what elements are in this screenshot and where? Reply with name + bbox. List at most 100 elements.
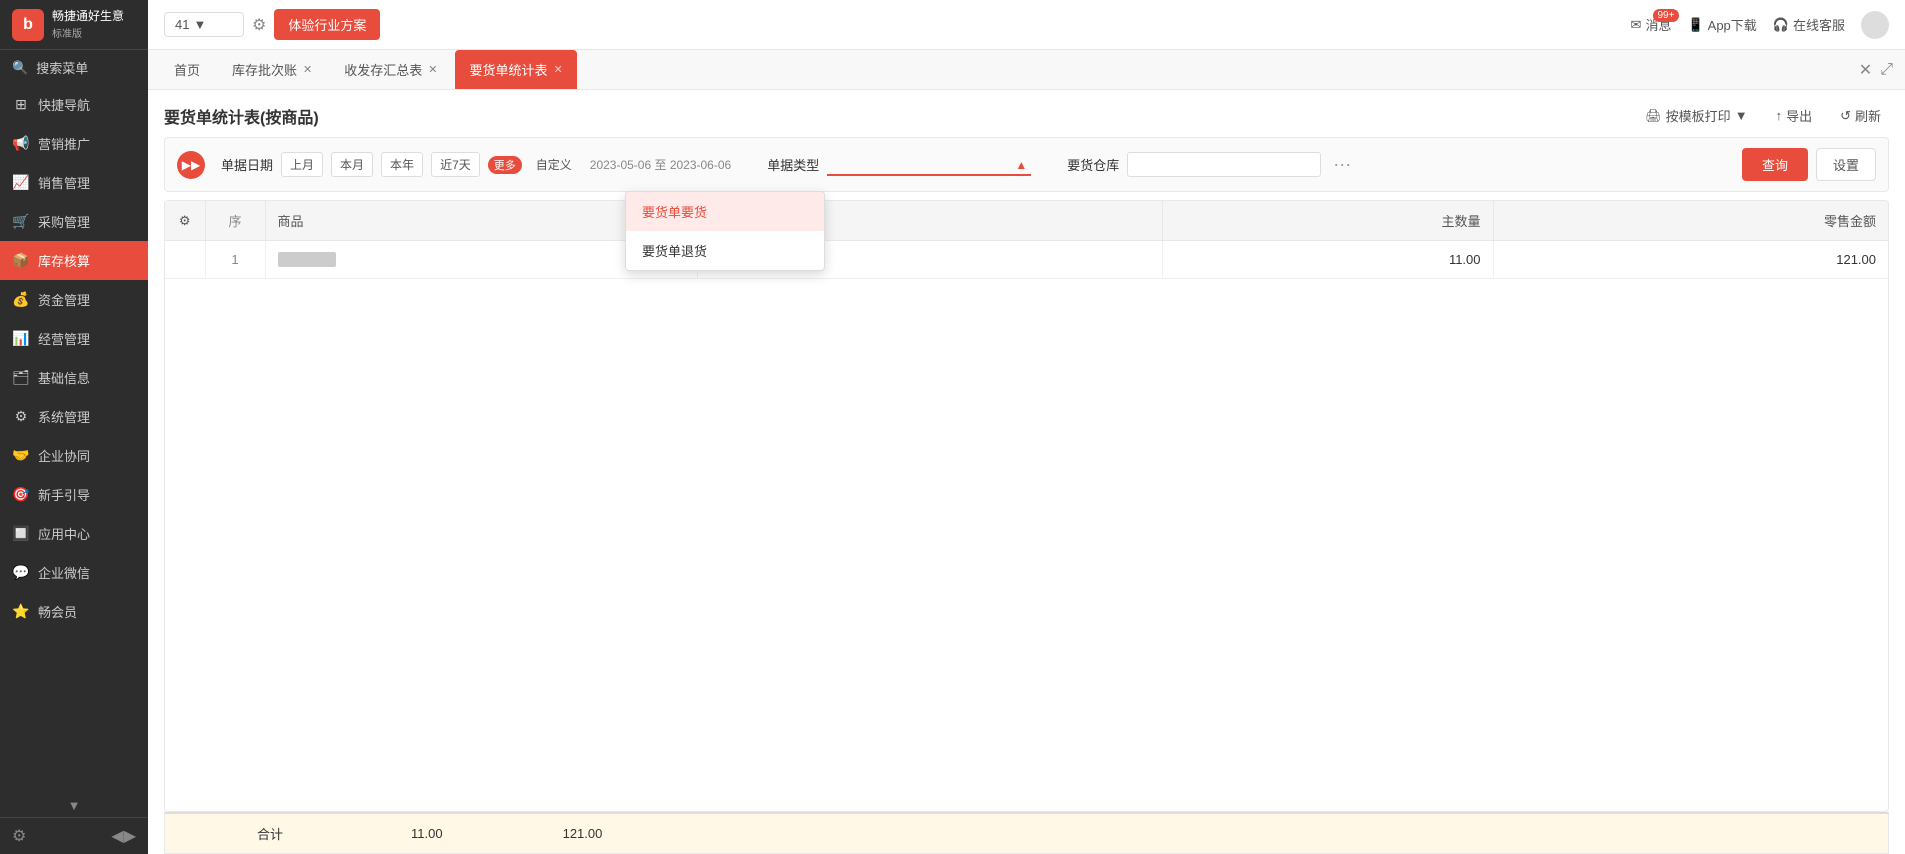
quick-nav-icon: ⊞ xyxy=(12,96,30,113)
sidebar-item-inventory[interactable]: 📦 库存核算 xyxy=(0,241,148,280)
trial-button[interactable]: 体验行业方案 xyxy=(274,9,380,40)
summary-row: 合计 11.00 121.00 xyxy=(164,812,1889,854)
sidebar-item-sales[interactable]: 📈 销售管理 xyxy=(0,163,148,202)
messages-item[interactable]: ✉ 消息 99+ xyxy=(1631,15,1672,34)
type-input-arrow-icon[interactable]: ▲ xyxy=(1015,158,1027,172)
th-qty: 主数量 xyxy=(1163,201,1493,241)
tab-inventory-batch[interactable]: 库存批次账 ✕ xyxy=(218,50,326,89)
finance-icon: 💰 xyxy=(12,291,30,308)
sidebar-item-wechat[interactable]: 💬 企业微信 xyxy=(0,553,148,592)
tab-close-icon[interactable]: ✕ xyxy=(554,63,563,76)
sidebar-search-label: 搜索菜单 xyxy=(36,58,88,77)
sidebar: b 畅捷通好生意 标准版 🔍 搜索菜单 ⊞ 快捷导航📢 营销推广📈 销售管理🛒 … xyxy=(0,0,148,854)
app-download-label: App下载 xyxy=(1708,15,1757,34)
sidebar-scroll-down[interactable]: ▼ xyxy=(0,794,148,817)
sidebar-search[interactable]: 🔍 搜索菜单 xyxy=(0,50,148,85)
warehouse-input[interactable] xyxy=(1127,152,1321,177)
online-service-label: 在线客服 xyxy=(1793,15,1845,34)
date-range-text: 2023-05-06 至 2023-06-06 xyxy=(590,156,731,173)
sidebar-item-cooperation[interactable]: 🤝 企业协同 xyxy=(0,436,148,475)
type-input[interactable] xyxy=(827,153,1031,176)
print-btn[interactable]: 🖨 按模板打印 ▼ xyxy=(1637,102,1755,129)
sidebar-item-label: 系统管理 xyxy=(38,407,90,426)
guide-icon: 🎯 xyxy=(12,486,30,503)
sidebar-item-label: 采购管理 xyxy=(38,212,90,231)
dropdown-item-demand-order[interactable]: 要货单要货 xyxy=(626,192,824,231)
settings-icon[interactable]: ⚙ xyxy=(12,826,26,846)
app-download-item[interactable]: 📱 App下载 xyxy=(1687,15,1756,34)
filter-actions: 查询 设置 xyxy=(1742,148,1876,181)
close-tab-icon[interactable]: ✕ xyxy=(1859,60,1872,80)
print-icon: 🖨 xyxy=(1645,108,1662,124)
sidebar-item-label: 营销推广 xyxy=(38,134,90,153)
topbar-left: 41 ▼ ⚙ 体验行业方案 xyxy=(164,9,1619,40)
print-dropdown-icon: ▼ xyxy=(1735,108,1748,123)
sidebar-item-guide[interactable]: 🎯 新手引导 xyxy=(0,475,148,514)
export-btn[interactable]: ↑ 导出 xyxy=(1768,102,1821,129)
sales-icon: 📈 xyxy=(12,174,30,191)
tab-home[interactable]: 首页 xyxy=(160,50,214,89)
query-button[interactable]: 查询 xyxy=(1742,148,1808,181)
tab-demand-summary[interactable]: 要货单统计表✕ xyxy=(455,50,576,89)
sidebar-item-operation[interactable]: 📊 经营管理 xyxy=(0,319,148,358)
summary-label: 合计 xyxy=(257,824,283,843)
th-settings[interactable]: ⚙ xyxy=(165,201,205,241)
brand-name: 畅捷通好生意 xyxy=(52,9,124,25)
company-value: 41 xyxy=(175,17,189,32)
data-table: ⚙ 序 商品 主计量单位 主数量 零售金额 1 ████ ██ 块 11.00 … xyxy=(165,201,1888,279)
sidebar-item-quick-nav[interactable]: ⊞ 快捷导航 xyxy=(0,85,148,124)
search-icon: 🔍 xyxy=(12,60,28,76)
dropdown-item-demand-return[interactable]: 要货单退货 xyxy=(626,231,824,270)
brand-version: 标准版 xyxy=(52,25,124,40)
tab-close-icon[interactable]: ✕ xyxy=(303,63,312,76)
basic-icon: 🗂 xyxy=(12,369,30,386)
filter-expand-btn[interactable]: ▶▶ xyxy=(177,151,205,179)
messages-badge: 99+ xyxy=(1653,9,1680,22)
tab-close-icon[interactable]: ✕ xyxy=(428,63,437,76)
summary-qty: 11.00 xyxy=(411,826,443,841)
warehouse-filter-group: 要货仓库 ··· xyxy=(1067,152,1351,177)
cell-no: 1 xyxy=(205,241,265,279)
user-avatar[interactable] xyxy=(1861,11,1889,39)
sidebar-item-label: 经营管理 xyxy=(38,329,90,348)
page-header: 要货单统计表(按商品) 🖨 按模板打印 ▼ ↑ 导出 ↺ 刷新 xyxy=(148,90,1905,137)
online-service-item[interactable]: 🎧 在线客服 xyxy=(1773,15,1845,34)
sidebar-item-appstore[interactable]: 🔲 应用中心 xyxy=(0,514,148,553)
marketing-icon: 📢 xyxy=(12,135,30,152)
this-month-btn[interactable]: 本月 xyxy=(331,152,373,177)
sidebar-item-member[interactable]: ⭐ 畅会员 xyxy=(0,592,148,631)
inventory-icon: 📦 xyxy=(12,252,30,269)
system-icon: ⚙ xyxy=(12,408,30,425)
topbar-settings-icon[interactable]: ⚙ xyxy=(252,15,266,35)
th-no: 序 xyxy=(205,201,265,241)
last-7days-btn[interactable]: 近7天 xyxy=(431,152,480,177)
sidebar-item-purchase[interactable]: 🛒 采购管理 xyxy=(0,202,148,241)
sidebar-nav: ⊞ 快捷导航📢 营销推广📈 销售管理🛒 采购管理📦 库存核算💰 资金管理📊 经营… xyxy=(0,85,148,794)
app-download-icon: 📱 xyxy=(1687,17,1703,33)
sidebar-item-basic[interactable]: 🗂 基础信息 xyxy=(0,358,148,397)
sidebar-item-system[interactable]: ⚙ 系统管理 xyxy=(0,397,148,436)
table-header-row: ⚙ 序 商品 主计量单位 主数量 零售金额 xyxy=(165,201,1888,241)
purchase-icon: 🛒 xyxy=(12,213,30,230)
sidebar-item-label: 新手引导 xyxy=(38,485,90,504)
sidebar-item-label: 企业协同 xyxy=(38,446,90,465)
topbar: 41 ▼ ⚙ 体验行业方案 ✉ 消息 99+ 📱 App下载 🎧 在线客服 xyxy=(148,0,1905,50)
refresh-btn[interactable]: ↺ 刷新 xyxy=(1832,102,1889,129)
sidebar-item-marketing[interactable]: 📢 营销推广 xyxy=(0,124,148,163)
tab-receive-summary[interactable]: 收发存汇总表✕ xyxy=(330,50,451,89)
this-year-btn[interactable]: 本年 xyxy=(381,152,423,177)
more-badge[interactable]: 更多 xyxy=(488,156,522,174)
tab-label: 库存批次账 xyxy=(232,60,297,79)
custom-date-btn[interactable]: 自定义 xyxy=(530,153,578,176)
sidebar-item-finance[interactable]: 💰 资金管理 xyxy=(0,280,148,319)
last-month-btn[interactable]: 上月 xyxy=(281,152,323,177)
company-dropdown[interactable]: 41 ▼ xyxy=(164,12,244,37)
warehouse-more-icon[interactable]: ··· xyxy=(1333,154,1351,175)
sidebar-item-label: 销售管理 xyxy=(38,173,90,192)
logo-icon: b xyxy=(12,9,44,41)
filter-settings-button[interactable]: 设置 xyxy=(1816,148,1876,181)
sidebar-logo: b 畅捷通好生意 标准版 xyxy=(0,0,148,50)
sidebar-item-label: 企业微信 xyxy=(38,563,90,582)
collapse-icon[interactable]: ◀▶ xyxy=(111,826,136,846)
expand-icon[interactable]: ⤢ xyxy=(1880,61,1893,79)
